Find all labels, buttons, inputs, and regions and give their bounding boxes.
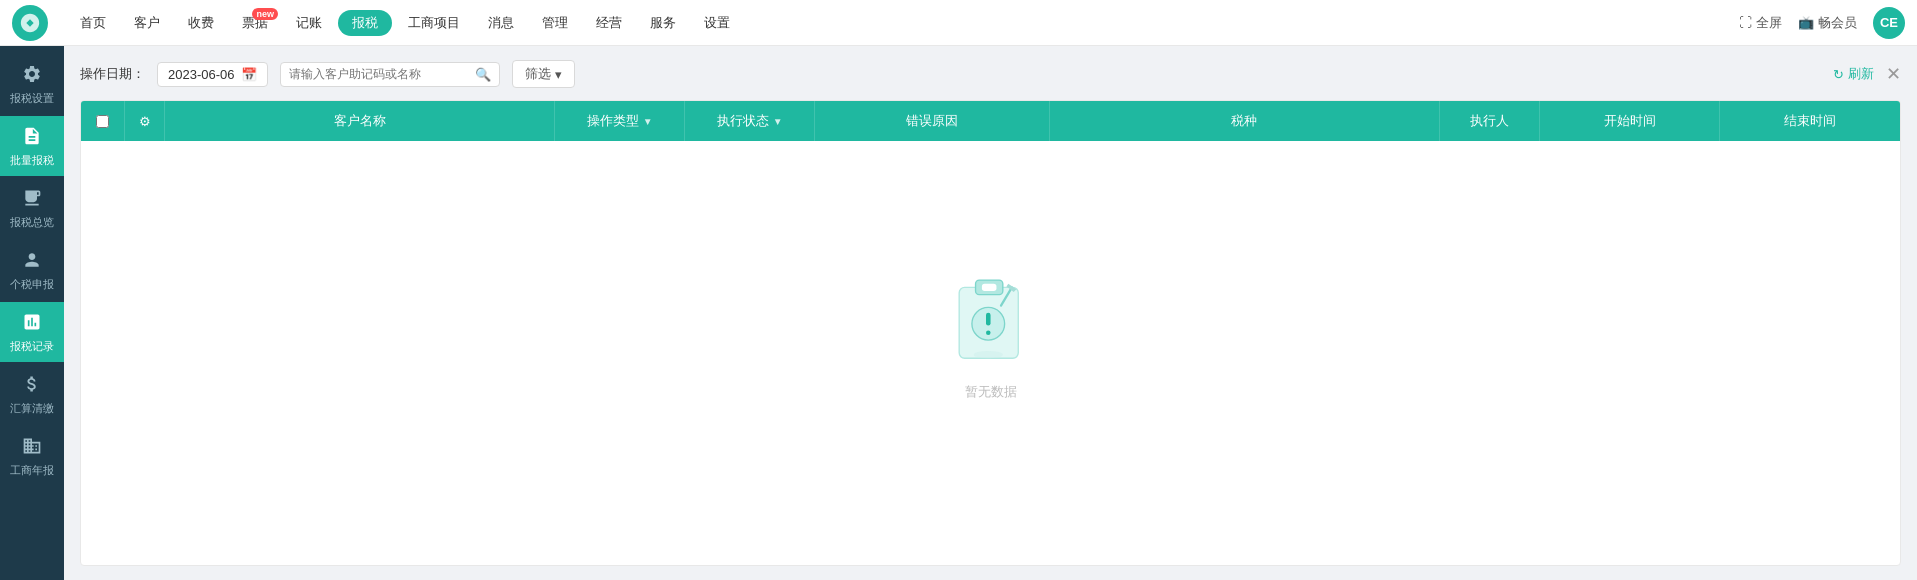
calc-pay-icon: [22, 374, 42, 397]
table-body: 暂无数据: [81, 141, 1900, 501]
search-box[interactable]: 🔍: [280, 62, 500, 87]
filter-icon[interactable]: ▼: [643, 116, 653, 127]
personal-tax-icon: [22, 250, 42, 273]
close-button[interactable]: ✕: [1886, 63, 1901, 85]
nav-item-business[interactable]: 工商项目: [396, 10, 472, 36]
th-customer-name: 客户名称: [165, 101, 555, 141]
th-error-reason: 错误原因: [815, 101, 1050, 141]
date-value: 2023-06-06: [168, 67, 235, 82]
th-checkbox[interactable]: [81, 101, 125, 141]
sidebar-item-label: 报税记录: [10, 339, 54, 354]
empty-text: 暂无数据: [965, 383, 1017, 401]
sidebar-item-calc-pay[interactable]: 汇算清缴: [0, 364, 64, 424]
empty-illustration: [946, 271, 1036, 371]
nav-item-message[interactable]: 消息: [476, 10, 526, 36]
member-icon: 📺: [1798, 15, 1814, 30]
tax-settings-icon: [22, 64, 42, 87]
top-nav: 首页客户收费票据new记账报税工商项目消息管理经营服务设置 ⛶ 全屏 📺 畅会员…: [0, 0, 1917, 46]
nav-item-invoice[interactable]: 票据new: [230, 10, 280, 36]
th-op-type: 操作类型 ▼: [555, 101, 685, 141]
member-button[interactable]: 📺 畅会员: [1798, 14, 1857, 32]
sidebar: 报税设置 批量报税 报税总览 个税申报 报税记录: [0, 46, 64, 580]
th-start-time: 开始时间: [1540, 101, 1720, 141]
th-gear[interactable]: ⚙: [125, 101, 165, 141]
sidebar-item-label: 批量报税: [10, 153, 54, 168]
th-tax-type: 税种: [1050, 101, 1440, 141]
batch-tax-icon: [22, 126, 42, 149]
sidebar-item-personal-tax[interactable]: 个税申报: [0, 240, 64, 300]
sidebar-item-label: 工商年报: [10, 463, 54, 478]
sidebar-item-label: 个税申报: [10, 277, 54, 292]
nav-item-settings[interactable]: 设置: [692, 10, 742, 36]
sidebar-item-annual-report[interactable]: 工商年报: [0, 426, 64, 486]
logo[interactable]: [12, 5, 48, 41]
sidebar-item-label: 汇算清缴: [10, 401, 54, 416]
svg-point-8: [973, 351, 1002, 358]
nav-item-account[interactable]: 记账: [284, 10, 334, 36]
tax-record-icon: [22, 312, 42, 335]
fullscreen-icon: ⛶: [1739, 15, 1752, 30]
nav-item-tax[interactable]: 报税: [338, 10, 392, 36]
refresh-button[interactable]: ↻ 刷新: [1833, 65, 1874, 83]
nav-badge-invoice: new: [252, 8, 278, 20]
sidebar-item-tax-settings[interactable]: 报税设置: [0, 54, 64, 114]
nav-item-finance[interactable]: 经营: [584, 10, 634, 36]
select-all-checkbox[interactable]: [96, 115, 109, 128]
filter-label: 筛选: [525, 65, 551, 83]
th-exec-status: 执行状态 ▼: [685, 101, 815, 141]
empty-state: 暂无数据: [946, 271, 1036, 401]
search-input[interactable]: [289, 67, 475, 81]
tax-overview-icon: [22, 188, 42, 211]
th-executor: 执行人: [1440, 101, 1540, 141]
nav-item-home[interactable]: 首页: [68, 10, 118, 36]
gear-icon: ⚙: [139, 114, 151, 129]
top-right-actions: ⛶ 全屏 📺 畅会员 CE: [1739, 7, 1905, 39]
table: ⚙ 客户名称 操作类型 ▼ 执行状态 ▼ 错误原因 税种: [80, 100, 1901, 566]
annual-report-icon: [22, 436, 42, 459]
main-layout: 报税设置 批量报税 报税总览 个税申报 报税记录: [0, 46, 1917, 580]
toolbar-right: ↻ 刷新 ✕: [1833, 63, 1901, 85]
filter-icon[interactable]: ▼: [773, 116, 783, 127]
th-end-time: 结束时间: [1720, 101, 1900, 141]
svg-rect-2: [981, 284, 996, 291]
svg-point-4: [986, 331, 991, 336]
search-icon[interactable]: 🔍: [475, 67, 491, 82]
sidebar-item-tax-overview[interactable]: 报税总览: [0, 178, 64, 238]
calendar-icon: 📅: [241, 67, 257, 82]
content-area: 操作日期： 2023-06-06 📅 🔍 筛选 ▾ ↻ 刷新 ✕: [64, 46, 1917, 580]
date-label: 操作日期：: [80, 65, 145, 83]
sidebar-item-label: 报税总览: [10, 215, 54, 230]
main-menu: 首页客户收费票据new记账报税工商项目消息管理经营服务设置: [68, 10, 1739, 36]
toolbar: 操作日期： 2023-06-06 📅 🔍 筛选 ▾ ↻ 刷新 ✕: [80, 60, 1901, 88]
nav-item-service[interactable]: 服务: [638, 10, 688, 36]
table-header: ⚙ 客户名称 操作类型 ▼ 执行状态 ▼ 错误原因 税种: [81, 101, 1900, 141]
avatar[interactable]: CE: [1873, 7, 1905, 39]
fullscreen-button[interactable]: ⛶ 全屏: [1739, 14, 1782, 32]
chevron-down-icon: ▾: [555, 67, 562, 82]
sidebar-item-tax-record[interactable]: 报税记录: [0, 302, 64, 362]
date-picker[interactable]: 2023-06-06 📅: [157, 62, 268, 87]
sidebar-item-batch-tax[interactable]: 批量报税: [0, 116, 64, 176]
nav-item-customer[interactable]: 客户: [122, 10, 172, 36]
svg-rect-5: [986, 313, 991, 326]
filter-button[interactable]: 筛选 ▾: [512, 60, 575, 88]
sidebar-item-label: 报税设置: [10, 91, 54, 106]
refresh-icon: ↻: [1833, 67, 1844, 82]
nav-item-manage[interactable]: 管理: [530, 10, 580, 36]
nav-item-billing[interactable]: 收费: [176, 10, 226, 36]
